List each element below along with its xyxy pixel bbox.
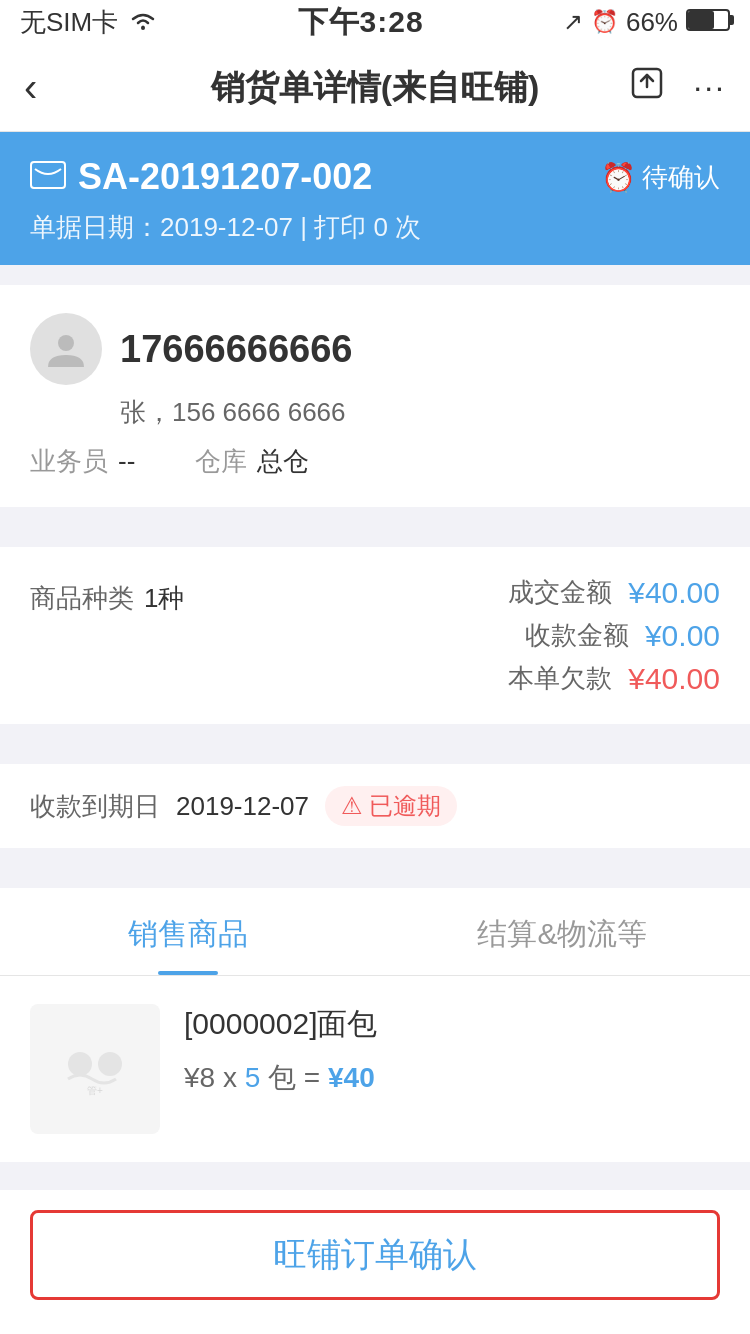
warehouse-value: 总仓: [257, 444, 309, 479]
summary-card: 商品种类 1种 成交金额 ¥40.00 收款金额 ¥0.00 本单欠款 ¥40.…: [0, 547, 750, 724]
tab-sales-products[interactable]: 销售商品: [0, 888, 375, 975]
back-button[interactable]: ‹: [24, 65, 84, 110]
avatar: [30, 313, 102, 385]
order-id-row: SA-20191207-002 ⏰ 待确认: [30, 156, 720, 198]
warehouse-label: 仓库: [195, 444, 247, 479]
summary-right: 成交金额 ¥40.00 收款金额 ¥0.00 本单欠款 ¥40.00: [375, 575, 720, 696]
divider-2: [0, 724, 750, 744]
salesperson-value: --: [118, 446, 135, 477]
amount-value-2: ¥0.00: [645, 619, 720, 653]
amount-label-2: 收款金额: [525, 618, 629, 653]
product-thumbnail: 管+: [30, 1004, 160, 1134]
overdue-icon: ⚠: [341, 792, 363, 820]
tabs-container: 销售商品 结算&物流等: [0, 888, 750, 976]
type-label: 商品种类: [30, 581, 134, 616]
product-unit: 包: [268, 1062, 296, 1093]
warehouse-item: 仓库 总仓: [195, 444, 309, 479]
status-bar: 无SIM卡 下午3:28 ↗ ⏰ 66%: [0, 0, 750, 44]
nav-bar: ‹ 销货单详情(来自旺铺) ···: [0, 44, 750, 132]
svg-point-4: [68, 1052, 92, 1076]
divider-3: [0, 848, 750, 868]
product-card: 管+ [0000002]面包 ¥8 x 5 包 = ¥40: [0, 976, 750, 1162]
svg-point-3: [58, 335, 74, 351]
customer-name: 张，156 6666 6666: [120, 395, 720, 430]
amount-row-3: 本单欠款 ¥40.00: [508, 661, 720, 696]
amount-value-3: ¥40.00: [628, 662, 720, 696]
type-value: 1种: [144, 581, 184, 616]
nav-actions: ···: [629, 65, 726, 110]
battery-percent: 66%: [626, 7, 678, 38]
order-id-icon: [30, 156, 66, 198]
overdue-text: 已逾期: [369, 790, 441, 822]
product-unit-price: ¥8: [184, 1062, 215, 1093]
order-id-text: SA-20191207-002: [78, 156, 372, 198]
product-qty: 5: [245, 1062, 261, 1093]
svg-text:管+: 管+: [87, 1085, 103, 1096]
amount-value-1: ¥40.00: [628, 576, 720, 610]
status-right: ↗ ⏰ 66%: [563, 7, 730, 38]
amount-row-1: 成交金额 ¥40.00: [508, 575, 720, 610]
product-info: [0000002]面包 ¥8 x 5 包 = ¥40: [184, 1004, 720, 1097]
salesperson-item: 业务员 --: [30, 444, 135, 479]
status-left: 无SIM卡: [20, 5, 158, 40]
svg-point-5: [98, 1052, 122, 1076]
tab-settlement[interactable]: 结算&物流等: [375, 888, 750, 975]
bottom-bar: 旺铺订单确认: [0, 1190, 750, 1334]
product-name: [0000002]面包: [184, 1004, 720, 1045]
customer-phone: 17666666666: [120, 328, 352, 371]
order-status-text: 待确认: [642, 160, 720, 195]
more-button[interactable]: ···: [693, 69, 726, 106]
amount-label-1: 成交金额: [508, 575, 612, 610]
battery-icon: [686, 7, 730, 38]
due-date-label: 收款到期日: [30, 789, 160, 824]
order-date: 单据日期：2019-12-07 | 打印 0 次: [30, 210, 720, 245]
product-price: ¥8 x 5 包 = ¥40: [184, 1059, 720, 1097]
due-date-value: 2019-12-07: [176, 791, 309, 822]
equals-sign: =: [304, 1062, 328, 1093]
svg-point-0: [141, 26, 145, 30]
salesperson-label: 业务员: [30, 444, 108, 479]
confirm-order-button[interactable]: 旺铺订单确认: [30, 1210, 720, 1300]
multiply-sign: x: [223, 1062, 245, 1093]
location-icon: ↗: [563, 8, 583, 36]
product-code: [0000002]: [184, 1007, 317, 1040]
overdue-badge: ⚠ 已逾期: [325, 786, 457, 826]
status-time: 下午3:28: [298, 2, 424, 43]
wifi-icon: [128, 7, 158, 38]
share-button[interactable]: [629, 65, 665, 110]
amount-label-3: 本单欠款: [508, 661, 612, 696]
product-name-text: 面包: [317, 1007, 377, 1040]
order-header: SA-20191207-002 ⏰ 待确认 单据日期：2019-12-07 | …: [0, 132, 750, 265]
divider-1: [0, 507, 750, 527]
alarm-icon: ⏰: [591, 9, 618, 35]
carrier-text: 无SIM卡: [20, 5, 118, 40]
order-status: ⏰ 待确认: [601, 160, 720, 195]
amount-row-2: 收款金额 ¥0.00: [525, 618, 720, 653]
page-title: 销货单详情(来自旺铺): [211, 65, 540, 111]
summary-left: 商品种类 1种: [30, 575, 375, 616]
status-clock-icon: ⏰: [601, 161, 636, 194]
product-total: ¥40: [328, 1062, 375, 1093]
customer-meta: 业务员 -- 仓库 总仓: [30, 444, 720, 479]
customer-card: 17666666666 张，156 6666 6666 业务员 -- 仓库 总仓: [0, 285, 750, 507]
due-date-card: 收款到期日 2019-12-07 ⚠ 已逾期: [0, 764, 750, 848]
order-id: SA-20191207-002: [30, 156, 372, 198]
customer-top: 17666666666: [30, 313, 720, 385]
